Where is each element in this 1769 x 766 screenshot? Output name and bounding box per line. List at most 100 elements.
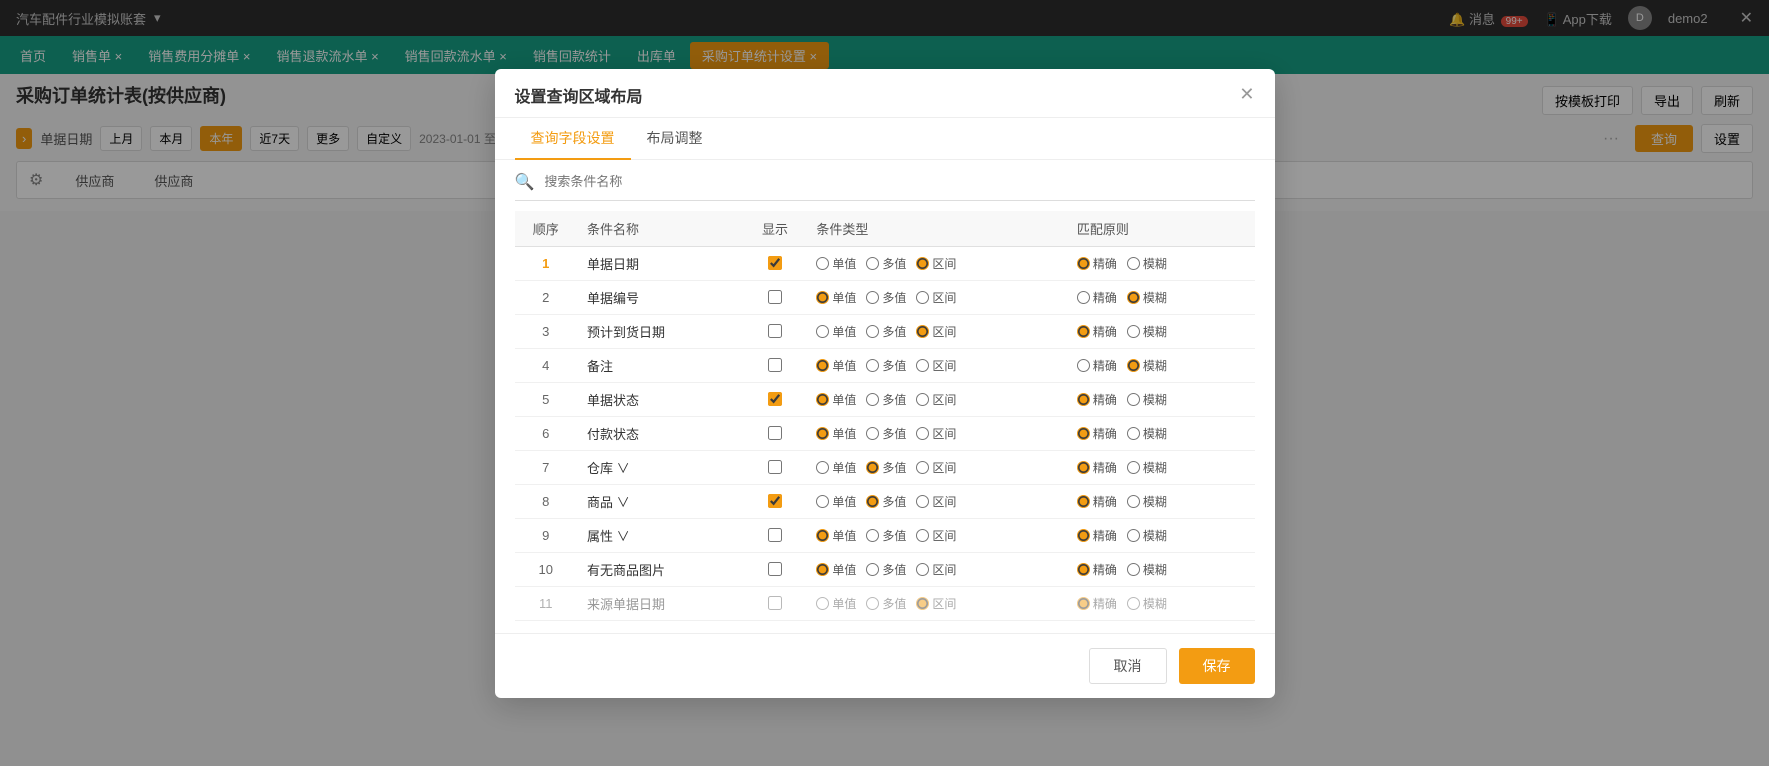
match-radio-item[interactable]: 精确 bbox=[1077, 391, 1117, 408]
row-condition-name: 单据状态 bbox=[577, 382, 744, 416]
row-type-cell: 单值多值区间 bbox=[806, 348, 1067, 382]
settings-dialog: 设置查询区域布局 ✕ 查询字段设置 布局调整 🔍 bbox=[495, 69, 1275, 698]
type-radio-item[interactable]: 区间 bbox=[916, 595, 956, 612]
type-radio-item[interactable]: 多值 bbox=[866, 289, 906, 306]
dialog-close-btn[interactable]: ✕ bbox=[1239, 84, 1254, 105]
type-radio-item[interactable]: 多值 bbox=[866, 391, 906, 408]
type-radio-item[interactable]: 多值 bbox=[866, 595, 906, 612]
display-checkbox[interactable] bbox=[768, 460, 782, 474]
type-radio-item[interactable]: 多值 bbox=[866, 425, 906, 442]
tab-layout-label: 布局调整 bbox=[647, 130, 703, 146]
match-radio-item[interactable]: 精确 bbox=[1077, 357, 1117, 374]
type-radio-item[interactable]: 区间 bbox=[916, 391, 956, 408]
type-radio-item[interactable]: 区间 bbox=[916, 527, 956, 544]
type-radio-item[interactable]: 单值 bbox=[816, 323, 856, 340]
match-radio-item[interactable]: 精确 bbox=[1077, 459, 1117, 476]
display-checkbox[interactable] bbox=[768, 528, 782, 542]
row-seq: 5 bbox=[515, 382, 578, 416]
match-radio-item[interactable]: 精确 bbox=[1077, 527, 1117, 544]
th-seq: 顺序 bbox=[515, 211, 578, 247]
display-checkbox[interactable] bbox=[768, 392, 782, 406]
row-type-cell: 单值多值区间 bbox=[806, 450, 1067, 484]
type-radio-item[interactable]: 多值 bbox=[866, 255, 906, 272]
type-radio-item[interactable]: 单值 bbox=[816, 459, 856, 476]
dialog-footer: 取消 保存 bbox=[495, 633, 1275, 698]
match-radio-item[interactable]: 模糊 bbox=[1127, 425, 1167, 442]
display-checkbox[interactable] bbox=[768, 494, 782, 508]
type-radio-item[interactable]: 单值 bbox=[816, 289, 856, 306]
display-checkbox[interactable] bbox=[768, 596, 782, 610]
type-radio-item[interactable]: 单值 bbox=[816, 255, 856, 272]
type-radio-item[interactable]: 多值 bbox=[866, 561, 906, 578]
match-radio-item[interactable]: 精确 bbox=[1077, 323, 1117, 340]
match-radio-item[interactable]: 模糊 bbox=[1127, 459, 1167, 476]
type-radio-item[interactable]: 区间 bbox=[916, 255, 956, 272]
table-row: 7仓库 ∨单值多值区间精确模糊 bbox=[515, 450, 1255, 484]
type-radio-item[interactable]: 区间 bbox=[916, 357, 956, 374]
row-type-cell: 单值多值区间 bbox=[806, 416, 1067, 450]
match-radio-item[interactable]: 模糊 bbox=[1127, 289, 1167, 306]
type-radio-item[interactable]: 单值 bbox=[816, 425, 856, 442]
type-radio-item[interactable]: 多值 bbox=[866, 459, 906, 476]
dialog-header: 设置查询区域布局 ✕ bbox=[495, 69, 1275, 118]
row-seq: 1 bbox=[515, 246, 578, 280]
match-radio-item[interactable]: 模糊 bbox=[1127, 357, 1167, 374]
display-checkbox[interactable] bbox=[768, 324, 782, 338]
row-seq: 3 bbox=[515, 314, 578, 348]
save-button[interactable]: 保存 bbox=[1179, 648, 1255, 684]
type-radio-item[interactable]: 单值 bbox=[816, 391, 856, 408]
match-radio-item[interactable]: 模糊 bbox=[1127, 493, 1167, 510]
dialog-body: 🔍 顺序 条件名称 显示 条件类型 匹配原则 bbox=[495, 160, 1275, 633]
cancel-button[interactable]: 取消 bbox=[1089, 648, 1167, 684]
row-display-cell bbox=[744, 450, 807, 484]
type-radio-item[interactable]: 区间 bbox=[916, 425, 956, 442]
display-checkbox[interactable] bbox=[768, 426, 782, 440]
row-match-cell: 精确模糊 bbox=[1067, 348, 1255, 382]
match-radio-item[interactable]: 模糊 bbox=[1127, 595, 1167, 612]
row-match-cell: 精确模糊 bbox=[1067, 484, 1255, 518]
match-radio-item[interactable]: 模糊 bbox=[1127, 527, 1167, 544]
type-radio-item[interactable]: 单值 bbox=[816, 527, 856, 544]
type-radio-item[interactable]: 单值 bbox=[816, 357, 856, 374]
type-radio-item[interactable]: 单值 bbox=[816, 493, 856, 510]
type-radio-item[interactable]: 区间 bbox=[916, 289, 956, 306]
type-radio-item[interactable]: 多值 bbox=[866, 357, 906, 374]
row-seq: 4 bbox=[515, 348, 578, 382]
display-checkbox[interactable] bbox=[768, 562, 782, 576]
type-radio-item[interactable]: 区间 bbox=[916, 323, 956, 340]
row-seq: 8 bbox=[515, 484, 578, 518]
type-radio-item[interactable]: 区间 bbox=[916, 561, 956, 578]
tab-layout[interactable]: 布局调整 bbox=[631, 118, 719, 160]
display-checkbox[interactable] bbox=[768, 256, 782, 270]
match-radio-item[interactable]: 精确 bbox=[1077, 425, 1117, 442]
row-seq: 6 bbox=[515, 416, 578, 450]
type-radio-item[interactable]: 多值 bbox=[866, 323, 906, 340]
match-radio-item[interactable]: 精确 bbox=[1077, 595, 1117, 612]
table-row: 3预计到货日期单值多值区间精确模糊 bbox=[515, 314, 1255, 348]
match-radio-item[interactable]: 模糊 bbox=[1127, 323, 1167, 340]
match-radio-item[interactable]: 模糊 bbox=[1127, 561, 1167, 578]
type-radio-item[interactable]: 多值 bbox=[866, 493, 906, 510]
match-radio-item[interactable]: 精确 bbox=[1077, 493, 1117, 510]
row-match-cell: 精确模糊 bbox=[1067, 586, 1255, 620]
match-radio-item[interactable]: 精确 bbox=[1077, 289, 1117, 306]
display-checkbox[interactable] bbox=[768, 358, 782, 372]
row-type-cell: 单值多值区间 bbox=[806, 552, 1067, 586]
display-checkbox[interactable] bbox=[768, 290, 782, 304]
row-match-cell: 精确模糊 bbox=[1067, 450, 1255, 484]
type-radio-item[interactable]: 区间 bbox=[916, 459, 956, 476]
condition-search-input[interactable] bbox=[538, 172, 738, 191]
type-radio-item[interactable]: 单值 bbox=[816, 561, 856, 578]
row-display-cell bbox=[744, 416, 807, 450]
condition-search-bar: 🔍 bbox=[515, 172, 1255, 201]
match-radio-item[interactable]: 模糊 bbox=[1127, 391, 1167, 408]
match-radio-item[interactable]: 精确 bbox=[1077, 255, 1117, 272]
type-radio-item[interactable]: 多值 bbox=[866, 527, 906, 544]
match-radio-item[interactable]: 模糊 bbox=[1127, 255, 1167, 272]
row-match-cell: 精确模糊 bbox=[1067, 518, 1255, 552]
match-radio-item[interactable]: 精确 bbox=[1077, 561, 1117, 578]
type-radio-item[interactable]: 区间 bbox=[916, 493, 956, 510]
row-condition-name: 仓库 ∨ bbox=[577, 450, 744, 484]
tab-query-fields[interactable]: 查询字段设置 bbox=[515, 118, 631, 160]
type-radio-item[interactable]: 单值 bbox=[816, 595, 856, 612]
